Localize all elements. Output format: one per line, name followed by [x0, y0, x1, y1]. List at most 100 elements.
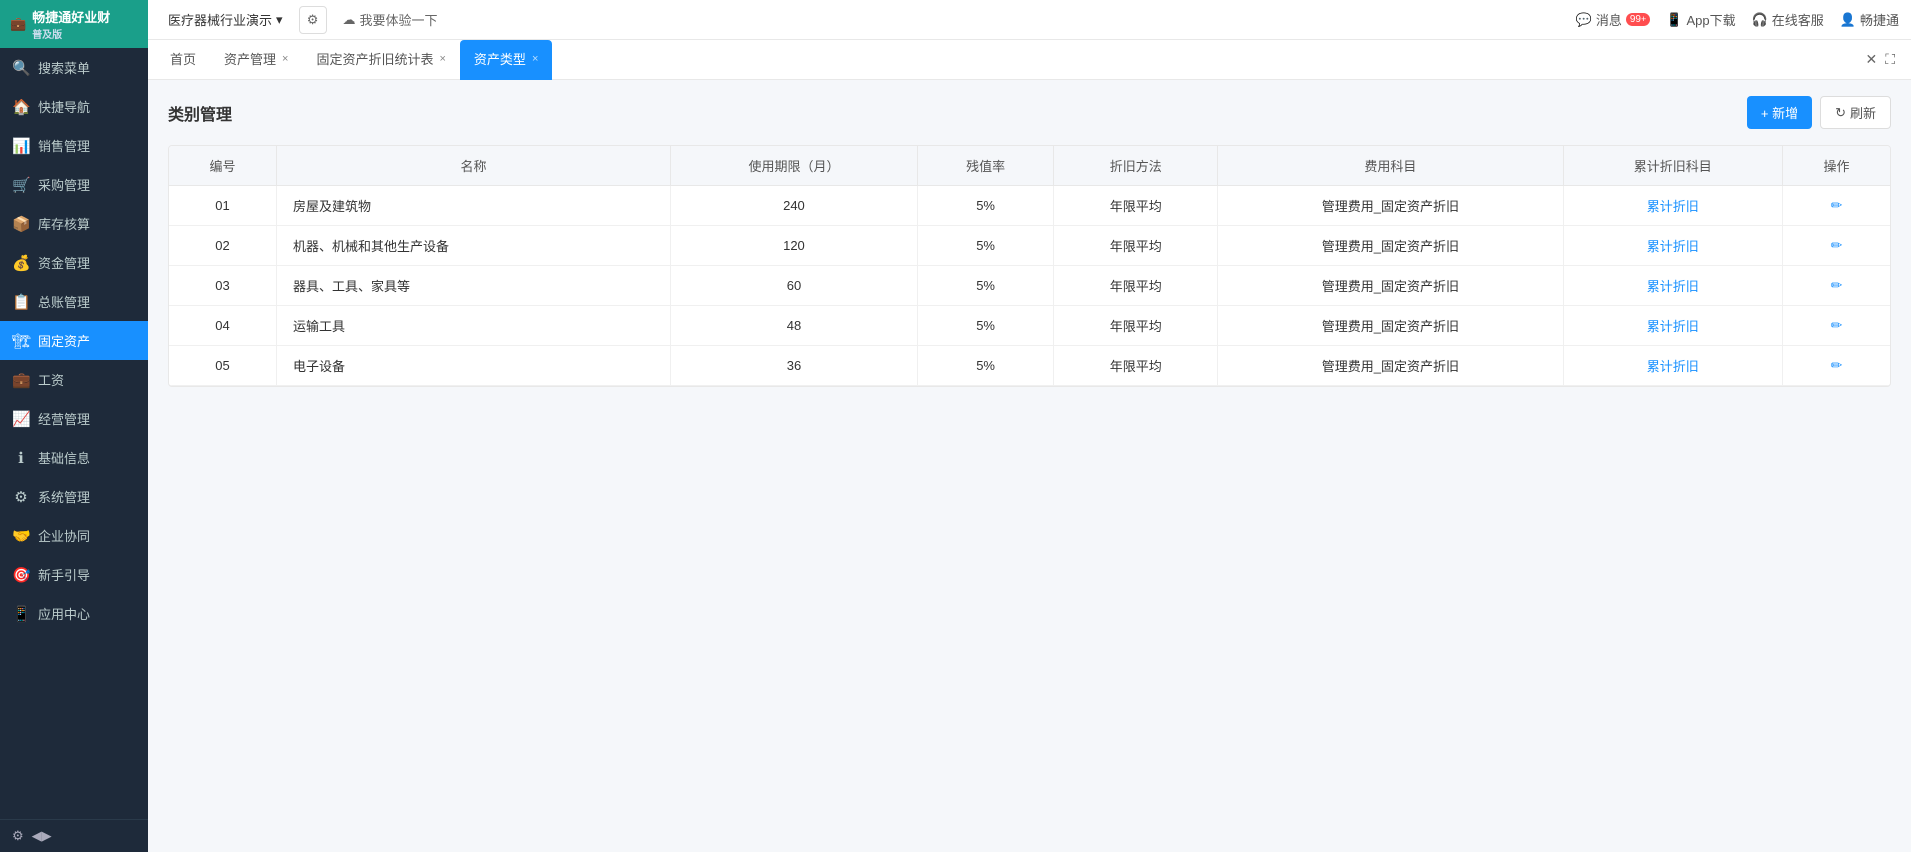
table-cell: 机器、机械和其他生产设备	[277, 226, 671, 266]
edit-button[interactable]: ✏	[1782, 266, 1890, 306]
nav-icon: 💰	[12, 254, 30, 272]
sidebar-item-经营管理[interactable]: 📈经营管理	[0, 399, 148, 438]
sidebar-item-搜索菜单[interactable]: 🔍 搜索菜单	[0, 48, 148, 87]
message-badge: 99+	[1626, 13, 1650, 26]
user-area[interactable]: 👤 畅捷通	[1840, 10, 1899, 29]
table-cell: 房屋及建筑物	[277, 186, 671, 226]
tab-label: 资产类型	[474, 49, 526, 68]
maximize-icon[interactable]: ⛶	[1885, 51, 1895, 68]
nav-icon: 🎯	[12, 566, 30, 584]
tip-area[interactable]: ☁ 我要体验一下	[343, 10, 438, 29]
table-cell: 累计折旧	[1563, 186, 1782, 226]
table-cell: 05	[169, 346, 277, 386]
company-name: 医疗器械行业演示	[168, 10, 272, 29]
sidebar-item-库存核算[interactable]: 📦库存核算	[0, 204, 148, 243]
nav-label: 工资	[38, 370, 64, 389]
company-selector[interactable]: 医疗器械行业演示 ▾	[160, 6, 291, 33]
message-label: 消息	[1596, 10, 1622, 29]
nav-icon: ⚙	[12, 488, 30, 506]
main-area: 医疗器械行业演示 ▾ ⚙ ☁ 我要体验一下 💬 消息 99+ 📱 App下载 🎧…	[148, 0, 1911, 852]
page-title: 类别管理	[168, 101, 232, 125]
table-cell: 5%	[917, 226, 1053, 266]
sidebar-item-总账管理[interactable]: 📋 总账管理	[0, 282, 148, 321]
collapse-icon[interactable]: ◀▶	[32, 828, 52, 844]
nav-icon: 💼	[12, 371, 30, 389]
tab-0[interactable]: 首页	[156, 40, 210, 80]
table-cell: 02	[169, 226, 277, 266]
user-icon: 👤	[1840, 12, 1856, 28]
nav-label: 搜索菜单	[38, 58, 90, 77]
sidebar-item-资金管理[interactable]: 💰 资金管理	[0, 243, 148, 282]
nav-label: 销售管理	[38, 136, 90, 155]
nav-icon: 📱	[12, 605, 30, 623]
settings-icon[interactable]: ⚙	[12, 828, 24, 844]
tab-label: 资产管理	[224, 49, 276, 68]
tab-close-icon[interactable]: ×	[282, 53, 288, 65]
tabs-container: 首页资产管理 × 固定资产折旧统计表 × 资产类型 ×	[156, 40, 552, 80]
tabs-bar: 首页资产管理 × 固定资产折旧统计表 × 资产类型 × ✕ ⛶	[148, 40, 1911, 80]
tabs-right: ✕ ⛶	[1865, 51, 1903, 68]
edit-button[interactable]: ✏	[1782, 226, 1890, 266]
nav-label: 库存核算	[38, 214, 90, 233]
table-cell: 年限平均	[1054, 346, 1218, 386]
topbar-right: 💬 消息 99+ 📱 App下载 🎧 在线客服 👤 畅捷通	[1576, 10, 1899, 29]
table-cell: 管理费用_固定资产折旧	[1218, 306, 1563, 346]
sidebar-item-企业协同[interactable]: 🤝企业协同	[0, 516, 148, 555]
online-service-button[interactable]: 🎧 在线客服	[1752, 10, 1824, 29]
app-download-label: App下载	[1686, 10, 1735, 29]
content-area: 类别管理 + 新增 ↻ 刷新 编号名称使用期限（月）残值率折旧方法费用科目累计折…	[148, 80, 1911, 852]
new-button[interactable]: + 新增	[1747, 96, 1812, 129]
refresh-icon: ↻	[1835, 105, 1846, 121]
nav-label: 采购管理	[38, 175, 90, 194]
sidebar-item-固定资产[interactable]: 🏗固定资产	[0, 321, 148, 360]
sidebar-item-快捷导航[interactable]: 🏠快捷导航	[0, 87, 148, 126]
sidebar-item-销售管理[interactable]: 📊销售管理	[0, 126, 148, 165]
app-download-button[interactable]: 📱 App下载	[1666, 10, 1735, 29]
table-cell: 器具、工具、家具等	[277, 266, 671, 306]
online-service-label: 在线客服	[1772, 10, 1824, 29]
sidebar-item-新手引导[interactable]: 🎯新手引导	[0, 555, 148, 594]
close-window-icon[interactable]: ✕	[1865, 51, 1877, 68]
tab-2[interactable]: 固定资产折旧统计表 ×	[302, 40, 459, 80]
page-header: 类别管理 + 新增 ↻ 刷新	[168, 96, 1891, 129]
table-cell: 累计折旧	[1563, 346, 1782, 386]
nav-label: 资金管理	[38, 253, 90, 272]
table-cell: 5%	[917, 186, 1053, 226]
table-row: 02机器、机械和其他生产设备1205%年限平均管理费用_固定资产折旧累计折旧✏	[169, 226, 1890, 266]
settings-button[interactable]: ⚙	[299, 6, 327, 34]
sidebar-item-应用中心[interactable]: 📱应用中心	[0, 594, 148, 633]
table-cell: 01	[169, 186, 277, 226]
table-cell: 240	[670, 186, 917, 226]
tab-1[interactable]: 资产管理 ×	[210, 40, 302, 80]
table-cell: 年限平均	[1054, 306, 1218, 346]
table-cell: 年限平均	[1054, 226, 1218, 266]
sidebar-item-采购管理[interactable]: 🛒 采购管理	[0, 165, 148, 204]
sidebar-item-基础信息[interactable]: ℹ基础信息	[0, 438, 148, 477]
edit-button[interactable]: ✏	[1782, 306, 1890, 346]
download-icon: 📱	[1666, 12, 1682, 28]
col-header: 编号	[169, 146, 277, 186]
table-cell: 36	[670, 346, 917, 386]
sidebar-item-工资[interactable]: 💼 工资	[0, 360, 148, 399]
col-header: 残值率	[917, 146, 1053, 186]
header-actions: + 新增 ↻ 刷新	[1747, 96, 1891, 129]
tab-close-icon[interactable]: ×	[532, 53, 538, 65]
nav-icon: 🏠	[12, 98, 30, 116]
nav-icon: 🔍	[12, 59, 30, 77]
tip-icon: ☁	[343, 12, 356, 28]
edit-button[interactable]: ✏	[1782, 346, 1890, 386]
tab-close-icon[interactable]: ×	[439, 53, 445, 65]
edit-button[interactable]: ✏	[1782, 186, 1890, 226]
nav-icon: 🛒	[12, 176, 30, 194]
sidebar-item-系统管理[interactable]: ⚙系统管理	[0, 477, 148, 516]
col-header: 费用科目	[1218, 146, 1563, 186]
tab-3[interactable]: 资产类型 ×	[460, 40, 552, 80]
sidebar-nav: 🔍 搜索菜单 🏠快捷导航📊销售管理 🛒 采购管理 📦库存核算 💰 资金管理 📋 总账管理 🏗固定资产…	[0, 48, 148, 633]
table-cell: 电子设备	[277, 346, 671, 386]
nav-label: 总账管理	[38, 292, 90, 311]
tab-label: 固定资产折旧统计表	[316, 49, 433, 68]
message-button[interactable]: 💬 消息 99+	[1576, 10, 1651, 29]
nav-icon: 📋	[12, 293, 30, 311]
refresh-button[interactable]: ↻ 刷新	[1820, 96, 1891, 129]
table-cell: 03	[169, 266, 277, 306]
